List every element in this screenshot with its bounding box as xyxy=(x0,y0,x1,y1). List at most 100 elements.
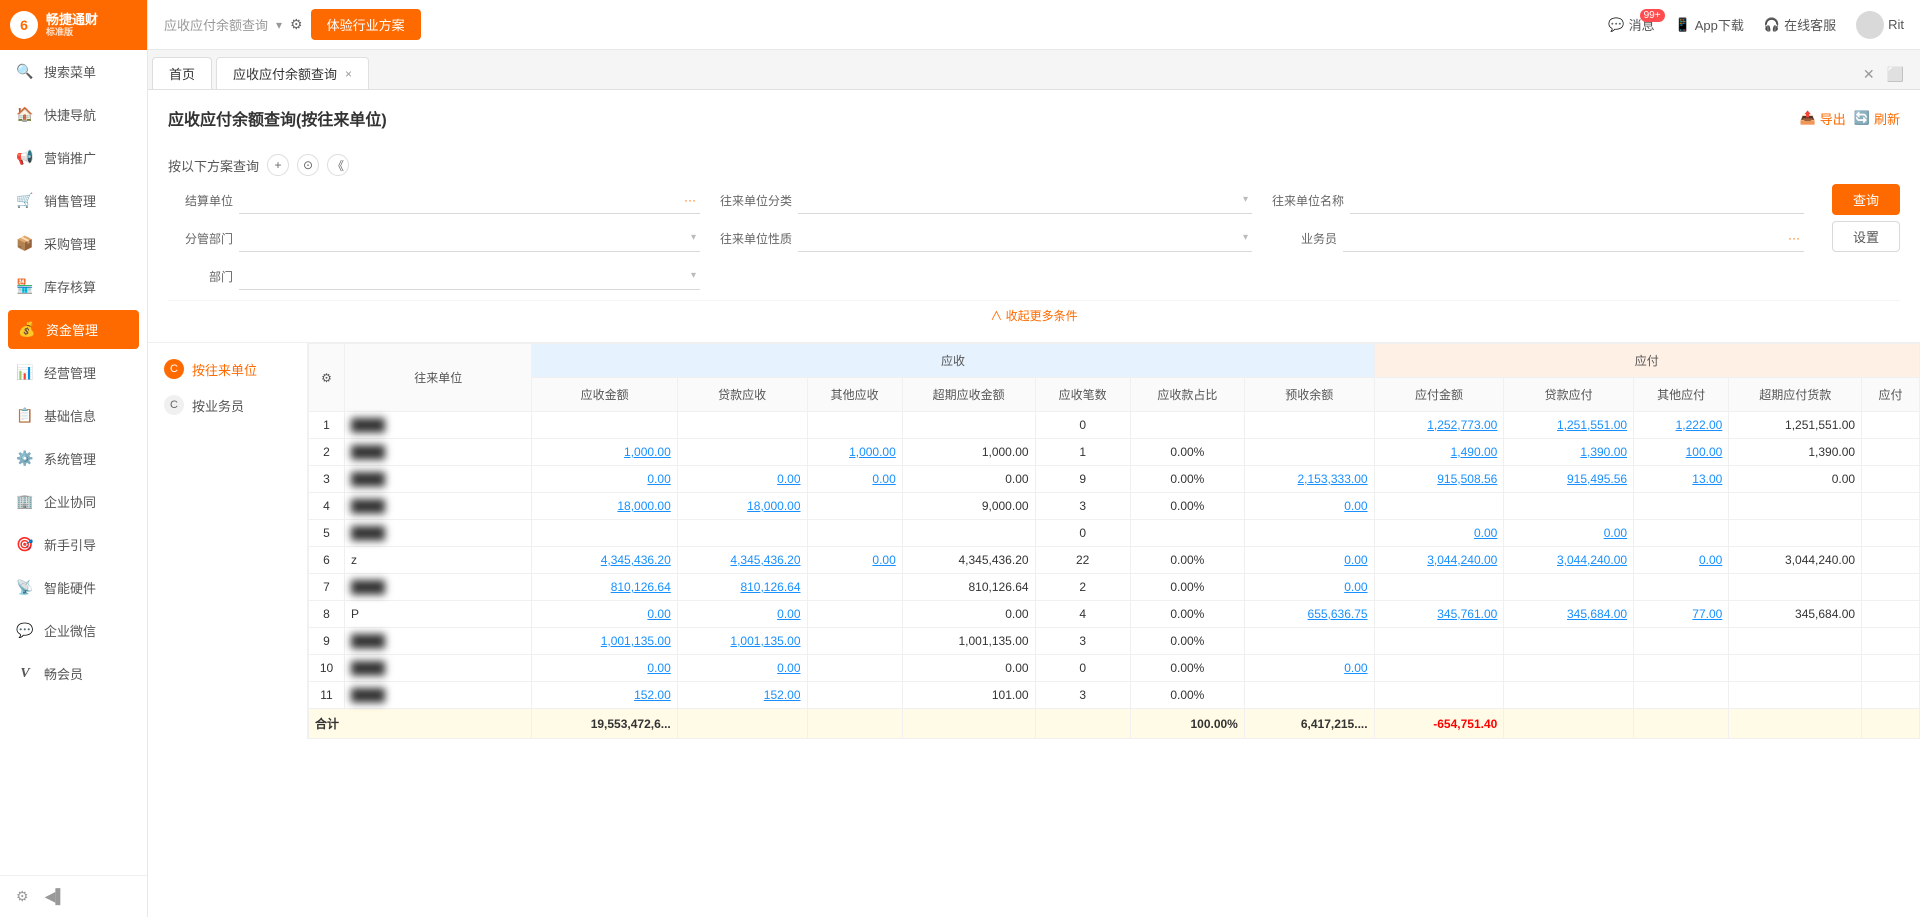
filter-by-unit[interactable]: C 按往来单位 xyxy=(148,351,307,387)
table-cell[interactable]: 2,153,333.00 xyxy=(1244,466,1374,493)
search-add-button[interactable]: + xyxy=(267,154,289,176)
table-cell[interactable]: 915,495.56 xyxy=(1504,466,1634,493)
table-cell[interactable]: 13.00 xyxy=(1634,466,1729,493)
laiwa-name-input[interactable] xyxy=(1350,186,1804,214)
logo-text: 畅捷通财 标准版 xyxy=(46,12,98,38)
table-cell[interactable]: 77.00 xyxy=(1634,601,1729,628)
table-cell[interactable]: 1,001,135.00 xyxy=(677,628,807,655)
filter-by-salesperson[interactable]: C 按业务员 xyxy=(148,387,307,423)
table-cell[interactable]: 0.00 xyxy=(532,466,677,493)
laiwa-nature-input[interactable]: ▾ xyxy=(798,224,1252,252)
salesperson-input[interactable]: ··· xyxy=(1343,224,1804,252)
sidebar-bottom: ⚙ ◀▌ xyxy=(0,875,147,917)
table-cell: ████ xyxy=(345,412,532,439)
search-collapse-button[interactable]: 《 xyxy=(327,154,349,176)
setting-button[interactable]: 设置 xyxy=(1832,221,1900,252)
table-cell[interactable]: 0.00 xyxy=(532,601,677,628)
collapse-more-btn[interactable]: ∧ 收起更多条件 xyxy=(168,300,1900,330)
table-cell[interactable]: 0.00 xyxy=(807,466,902,493)
sidebar-item-system[interactable]: ⚙️ 系统管理 xyxy=(0,437,147,480)
table-cell[interactable]: 152.00 xyxy=(532,682,677,709)
table-cell[interactable]: 810,126.64 xyxy=(677,574,807,601)
sidebar-item-operations[interactable]: 📊 经营管理 xyxy=(0,351,147,394)
sidebar-item-purchase[interactable]: 📦 采购管理 xyxy=(0,222,147,265)
table-cell[interactable]: 810,126.64 xyxy=(532,574,677,601)
app-download-button[interactable]: 📱 App下载 xyxy=(1675,15,1744,34)
user-avatar-area[interactable]: Rit xyxy=(1856,11,1904,39)
table-cell[interactable]: 1,251,551.00 xyxy=(1504,412,1634,439)
window-close-button[interactable]: ✕ xyxy=(1863,66,1875,83)
online-service-button[interactable]: 🎧 在线客服 xyxy=(1764,15,1836,34)
table-cell[interactable]: 0.00 xyxy=(1244,574,1374,601)
table-cell[interactable]: 0.00 xyxy=(1244,493,1374,520)
table-cell: 4 xyxy=(1035,601,1130,628)
table-cell[interactable]: 1,252,773.00 xyxy=(1374,412,1504,439)
table-cell[interactable]: 0.00 xyxy=(1504,520,1634,547)
table-cell[interactable]: 0.00 xyxy=(677,601,807,628)
fenguan-dept-input[interactable]: ▾ xyxy=(239,224,700,252)
table-cell: ████ xyxy=(345,493,532,520)
jiesuan-unit-input[interactable]: ··· xyxy=(239,186,700,214)
table-cell[interactable]: 915,508.56 xyxy=(1374,466,1504,493)
search-settings-button[interactable]: ⊙ xyxy=(297,154,319,176)
table-cell[interactable]: 3,044,240.00 xyxy=(1504,547,1634,574)
sidebar-item-sales[interactable]: 🛒 销售管理 xyxy=(0,179,147,222)
table-cell[interactable]: 0.00 xyxy=(1374,520,1504,547)
dept-input[interactable]: ▾ xyxy=(239,262,700,290)
table-cell[interactable]: 655,636.75 xyxy=(1244,601,1374,628)
table-cell[interactable]: 152.00 xyxy=(677,682,807,709)
table-cell[interactable]: 1,001,135.00 xyxy=(532,628,677,655)
sidebar-item-hardware[interactable]: 📡 智能硬件 xyxy=(0,566,147,609)
sidebar-item-marketing[interactable]: 📢 营销推广 xyxy=(0,136,147,179)
table-cell[interactable]: 4,345,436.20 xyxy=(532,547,677,574)
sidebar-item-guide[interactable]: 🎯 新手引导 xyxy=(0,523,147,566)
table-cell xyxy=(807,520,902,547)
table-cell[interactable]: 345,761.00 xyxy=(1374,601,1504,628)
sidebar-settings-icon[interactable]: ⚙ xyxy=(16,888,29,905)
col-ap-loan: 贷款应付 xyxy=(1504,378,1634,412)
sidebar-item-inventory[interactable]: 🏪 库存核算 xyxy=(0,265,147,308)
table-cell[interactable]: 18,000.00 xyxy=(532,493,677,520)
table-cell[interactable]: 0.00 xyxy=(807,547,902,574)
table-cell[interactable]: 1,490.00 xyxy=(1374,439,1504,466)
tab-arbalance[interactable]: 应收应付余额查询 × xyxy=(216,57,369,89)
purchase-icon: 📦 xyxy=(16,235,34,252)
header-gear-icon[interactable]: ⚙ xyxy=(290,16,303,33)
table-cell[interactable]: 1,390.00 xyxy=(1504,439,1634,466)
table-cell[interactable]: 0.00 xyxy=(1244,547,1374,574)
sidebar-item-member[interactable]: V 畅会员 xyxy=(0,652,147,695)
message-button[interactable]: 💬 消息 99+ xyxy=(1608,15,1654,34)
table-cell[interactable]: 3,044,240.00 xyxy=(1374,547,1504,574)
table-cell[interactable]: 1,000.00 xyxy=(807,439,902,466)
table-cell[interactable]: 1,000.00 xyxy=(532,439,677,466)
table-cell[interactable]: 100.00 xyxy=(1634,439,1729,466)
sidebar-item-quicknav[interactable]: 🏠 快捷导航 xyxy=(0,93,147,136)
promo-button[interactable]: 体验行业方案 xyxy=(311,9,421,40)
export-button[interactable]: 📤 导出 xyxy=(1800,109,1846,128)
table-cell[interactable]: 0.00 xyxy=(532,655,677,682)
sidebar-collapse-icon[interactable]: ◀▌ xyxy=(45,888,66,905)
window-maximize-button[interactable]: ⬜ xyxy=(1887,66,1904,83)
sidebar-item-search[interactable]: 🔍 搜索菜单 xyxy=(0,50,147,93)
laiwa-category-input[interactable]: ▾ xyxy=(798,186,1252,214)
table-cell[interactable]: 0.00 xyxy=(677,655,807,682)
tab-close-icon[interactable]: × xyxy=(345,67,352,81)
query-button[interactable]: 查询 xyxy=(1832,184,1900,215)
sidebar-item-wechat[interactable]: 💬 企业微信 xyxy=(0,609,147,652)
table-cell[interactable]: 4,345,436.20 xyxy=(677,547,807,574)
table-cell[interactable]: 0.00 xyxy=(677,466,807,493)
tab-home[interactable]: 首页 xyxy=(152,57,212,89)
sidebar-item-finance[interactable]: 💰 资金管理 xyxy=(8,310,139,349)
table-cell[interactable]: 0.00 xyxy=(1244,655,1374,682)
table-cell[interactable]: 1,222.00 xyxy=(1634,412,1729,439)
table-cell[interactable]: 345,684.00 xyxy=(1504,601,1634,628)
table-cell[interactable]: 18,000.00 xyxy=(677,493,807,520)
refresh-button[interactable]: 🔄 刷新 xyxy=(1854,109,1900,128)
sidebar-item-basic[interactable]: 📋 基础信息 xyxy=(0,394,147,437)
table-settings-icon[interactable]: ⚙ xyxy=(321,371,332,385)
export-icon: 📤 xyxy=(1800,110,1816,126)
sidebar-item-enterprise[interactable]: 🏢 企业协同 xyxy=(0,480,147,523)
col-settings[interactable]: ⚙ xyxy=(309,344,345,412)
col-ar-loan: 贷款应收 xyxy=(677,378,807,412)
table-cell[interactable]: 0.00 xyxy=(1634,547,1729,574)
